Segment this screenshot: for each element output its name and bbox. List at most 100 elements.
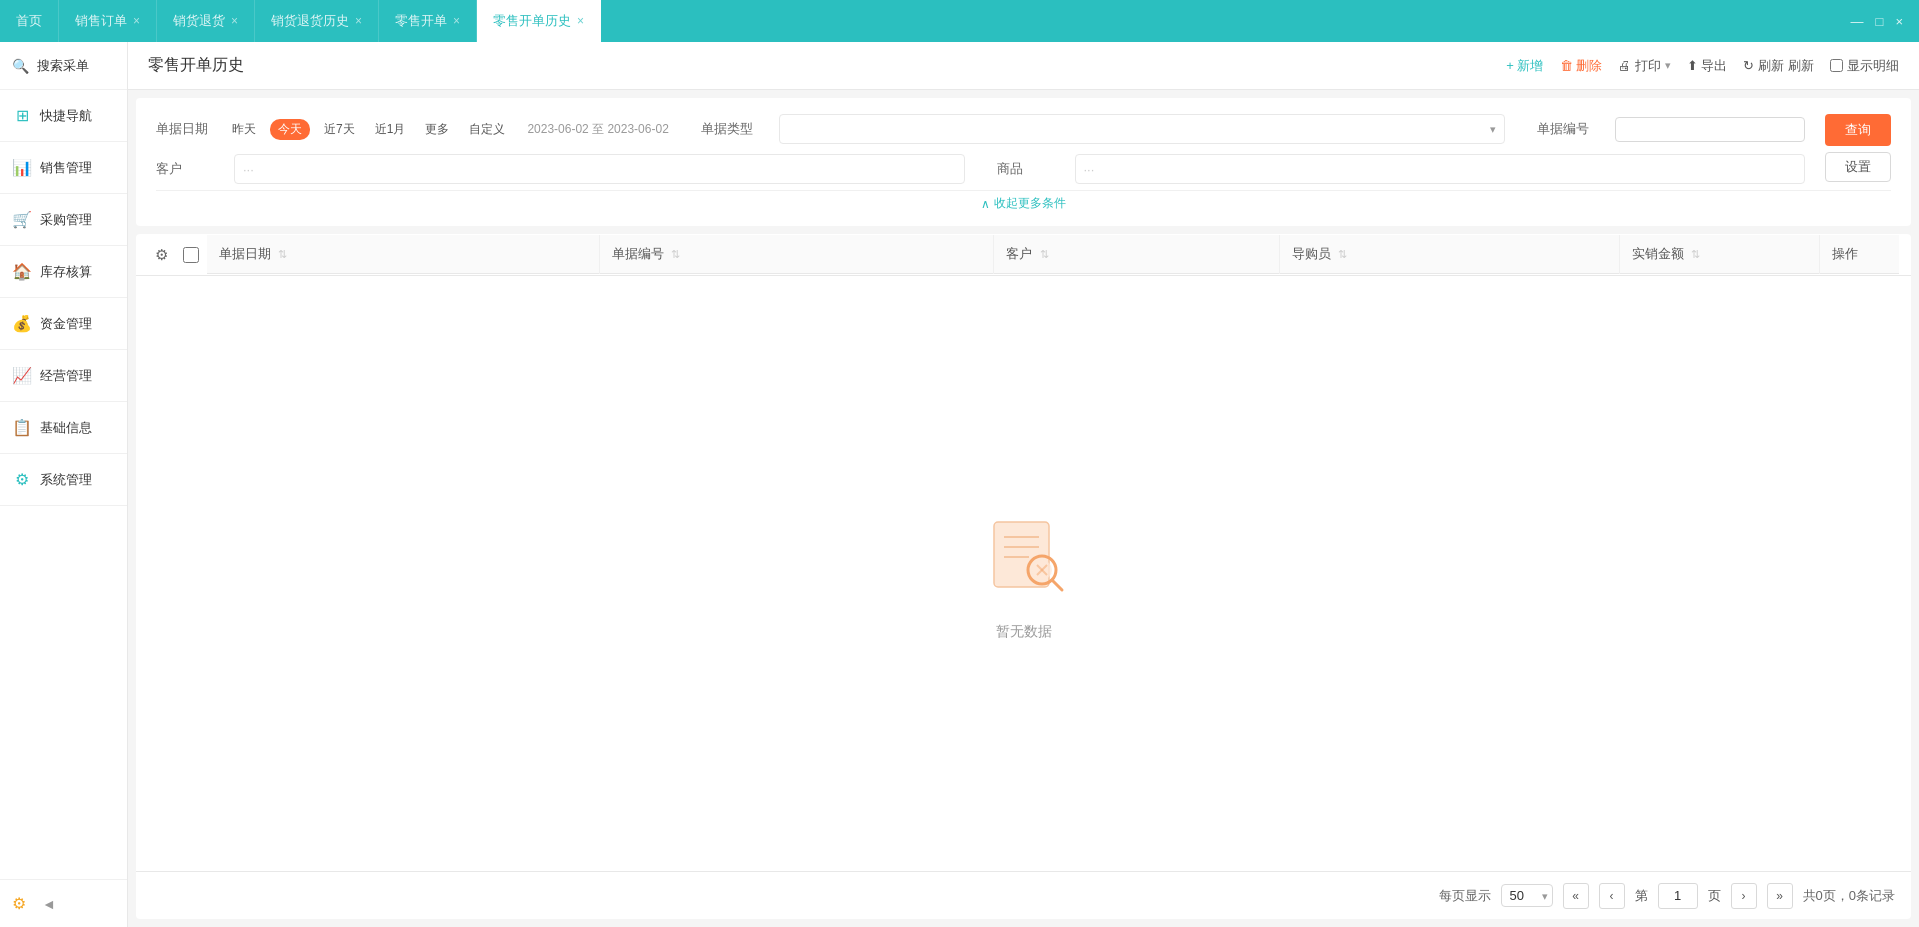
tab-sales-return-label: 销货退货 — [173, 12, 225, 30]
col-amount-sort-icon[interactable]: ⇅ — [1691, 248, 1700, 260]
date-btn-yesterday[interactable]: 昨天 — [226, 119, 262, 140]
table-select-all-checkbox[interactable] — [183, 247, 198, 263]
search-icon: 🔍 — [12, 58, 29, 74]
date-btn-custom[interactable]: 自定义 — [463, 119, 511, 140]
date-range-text: 2023-06-02 至 2023-06-02 — [527, 121, 668, 138]
tab-sales-return[interactable]: 销货退货 × — [157, 0, 255, 42]
window-minimize[interactable]: — — [1851, 14, 1864, 29]
export-button-label: ⬆ 导出 — [1687, 57, 1728, 75]
table-header-row: 单据日期 ⇅ 单据编号 ⇅ 客户 ⇅ — [207, 235, 1899, 274]
sidebar-item-sys-mgmt[interactable]: ⚙ 系统管理 — [0, 454, 127, 506]
date-btn-7days[interactable]: 近7天 — [318, 119, 361, 140]
col-customer-sort-icon[interactable]: ⇅ — [1040, 248, 1049, 260]
filter-number-input[interactable] — [1615, 117, 1805, 142]
col-action-label: 操作 — [1832, 246, 1858, 261]
per-page-label: 每页显示 — [1439, 887, 1491, 905]
tab-retail-open-history-close[interactable]: × — [577, 14, 584, 28]
display-detail-toggle[interactable]: 显示明细 — [1830, 57, 1899, 75]
table-settings-icon[interactable]: ⚙ — [148, 241, 175, 269]
tab-sales-order-label: 销售订单 — [75, 12, 127, 30]
col-date: 单据日期 ⇅ — [207, 235, 600, 274]
date-btn-1month[interactable]: 近1月 — [369, 119, 412, 140]
filter-row-customer: 客户 ··· 商品 ··· — [156, 154, 1805, 184]
filter-goods-input[interactable]: ··· — [1075, 154, 1806, 184]
sidebar-item-inventory[interactable]: 🏠 库存核算 — [0, 246, 127, 298]
page-header-actions: + 新增 🗑 删除 🖨 打印 ▾ ⬆ 导出 ↻ 刷新 刷新 — [1506, 57, 1899, 75]
last-page-button[interactable]: » — [1767, 883, 1793, 909]
refresh-text: 刷新 — [1788, 57, 1814, 75]
tab-retail-open[interactable]: 零售开单 × — [379, 0, 477, 42]
sidebar-item-quick-nav[interactable]: ⊞ 快捷导航 — [0, 90, 127, 142]
window-close[interactable]: × — [1895, 14, 1903, 29]
query-button[interactable]: 查询 — [1825, 114, 1891, 146]
filter-area: 单据日期 昨天 今天 近7天 近1月 更多 自定义 2023-06-02 至 2… — [136, 98, 1911, 226]
date-btn-today[interactable]: 今天 — [270, 119, 310, 140]
delete-button-label: 🗑 删除 — [1560, 57, 1603, 75]
print-button[interactable]: 🖨 打印 ▾ — [1618, 57, 1671, 75]
sidebar-item-purchase-mgmt[interactable]: 🛒 采购管理 — [0, 194, 127, 246]
pagination-bar: 每页显示 10 20 50 100 « ‹ 第 页 › » 共0页，0条记录 — [136, 871, 1911, 919]
table-content: 暂无数据 — [136, 276, 1911, 871]
add-button[interactable]: + 新增 — [1506, 57, 1543, 75]
col-guide-sort-icon[interactable]: ⇅ — [1338, 248, 1347, 260]
display-detail-label: 显示明细 — [1847, 57, 1899, 75]
tab-retail-open-history[interactable]: 零售开单历史 × — [477, 0, 601, 42]
sales-mgmt-icon: 📊 — [12, 158, 32, 177]
sidebar-item-base-info-label: 基础信息 — [40, 419, 92, 437]
inventory-icon: 🏠 — [12, 262, 32, 281]
page-header: 零售开单历史 + 新增 🗑 删除 🖨 打印 ▾ ⬆ 导出 ↻ 刷新 刷新 — [128, 42, 1919, 90]
sidebar-collapse-icon[interactable]: ◄ — [42, 896, 56, 912]
settings-icon[interactable]: ⚙ — [12, 894, 26, 913]
tab-sales-order-close[interactable]: × — [133, 14, 140, 28]
filter-number-label: 单据编号 — [1537, 120, 1607, 138]
sidebar-search[interactable]: 🔍 搜索采单 — [0, 42, 127, 90]
page-total: 共0页，0条记录 — [1803, 887, 1895, 905]
filter-goods-label: 商品 — [997, 160, 1067, 178]
sidebar-item-base-info[interactable]: 📋 基础信息 — [0, 402, 127, 454]
col-date-sort-icon[interactable]: ⇅ — [278, 248, 287, 260]
filter-type-select[interactable]: ▾ — [779, 114, 1505, 144]
sidebar-item-quick-nav-label: 快捷导航 — [40, 107, 92, 125]
tab-retail-open-label: 零售开单 — [395, 12, 447, 30]
add-button-label: + 新增 — [1506, 57, 1543, 75]
per-page-select[interactable]: 10 20 50 100 — [1501, 884, 1553, 907]
first-page-button[interactable]: « — [1563, 883, 1589, 909]
export-button[interactable]: ⬆ 导出 — [1687, 57, 1728, 75]
col-number-sort-icon[interactable]: ⇅ — [671, 248, 680, 260]
sidebar-item-ops[interactable]: 📈 经营管理 — [0, 350, 127, 402]
sidebar-bottom: ⚙ ◄ — [0, 879, 127, 927]
col-customer-label: 客户 — [1006, 246, 1032, 261]
tab-retail-open-close[interactable]: × — [453, 14, 460, 28]
sidebar-item-finance[interactable]: 💰 资金管理 — [0, 298, 127, 350]
page-number-input[interactable] — [1658, 883, 1698, 909]
tab-sales-return-history[interactable]: 销货退货历史 × — [255, 0, 379, 42]
col-action: 操作 — [1819, 235, 1899, 274]
date-filters: 昨天 今天 近7天 近1月 更多 自定义 2023-06-02 至 2023-0… — [226, 119, 669, 140]
sidebar-item-sales-label: 销售管理 — [40, 159, 92, 177]
customer-dots: ··· — [243, 162, 254, 177]
window-maximize[interactable]: □ — [1876, 14, 1884, 29]
tab-sales-return-close[interactable]: × — [231, 14, 238, 28]
col-amount-label: 实销金额 — [1632, 246, 1684, 261]
sidebar: 🔍 搜索采单 ⊞ 快捷导航 📊 销售管理 🛒 采购管理 🏠 库存核算 💰 资金管… — [0, 42, 128, 927]
delete-button[interactable]: 🗑 删除 — [1560, 57, 1603, 75]
svg-line-6 — [1052, 580, 1062, 590]
display-detail-checkbox[interactable] — [1830, 59, 1843, 72]
tab-home[interactable]: 首页 — [0, 0, 59, 42]
tab-sales-order[interactable]: 销售订单 × — [59, 0, 157, 42]
filter-customer-input[interactable]: ··· — [234, 154, 965, 184]
sidebar-item-sales-mgmt[interactable]: 📊 销售管理 — [0, 142, 127, 194]
prev-page-button[interactable]: ‹ — [1599, 883, 1625, 909]
main-layout: 🔍 搜索采单 ⊞ 快捷导航 📊 销售管理 🛒 采购管理 🏠 库存核算 💰 资金管… — [0, 42, 1919, 927]
collapse-bar[interactable]: ∧ 收起更多条件 — [156, 190, 1891, 216]
next-page-button[interactable]: › — [1731, 883, 1757, 909]
refresh-button[interactable]: ↻ 刷新 刷新 — [1743, 57, 1814, 75]
tab-sales-return-history-label: 销货退货历史 — [271, 12, 349, 30]
col-number-label: 单据编号 — [612, 246, 664, 261]
col-customer: 客户 ⇅ — [994, 235, 1279, 274]
setting-button[interactable]: 设置 — [1825, 152, 1891, 182]
date-btn-more[interactable]: 更多 — [419, 119, 455, 140]
collapse-label: 收起更多条件 — [994, 195, 1066, 212]
search-label: 搜索采单 — [37, 57, 89, 75]
tab-sales-return-history-close[interactable]: × — [355, 14, 362, 28]
